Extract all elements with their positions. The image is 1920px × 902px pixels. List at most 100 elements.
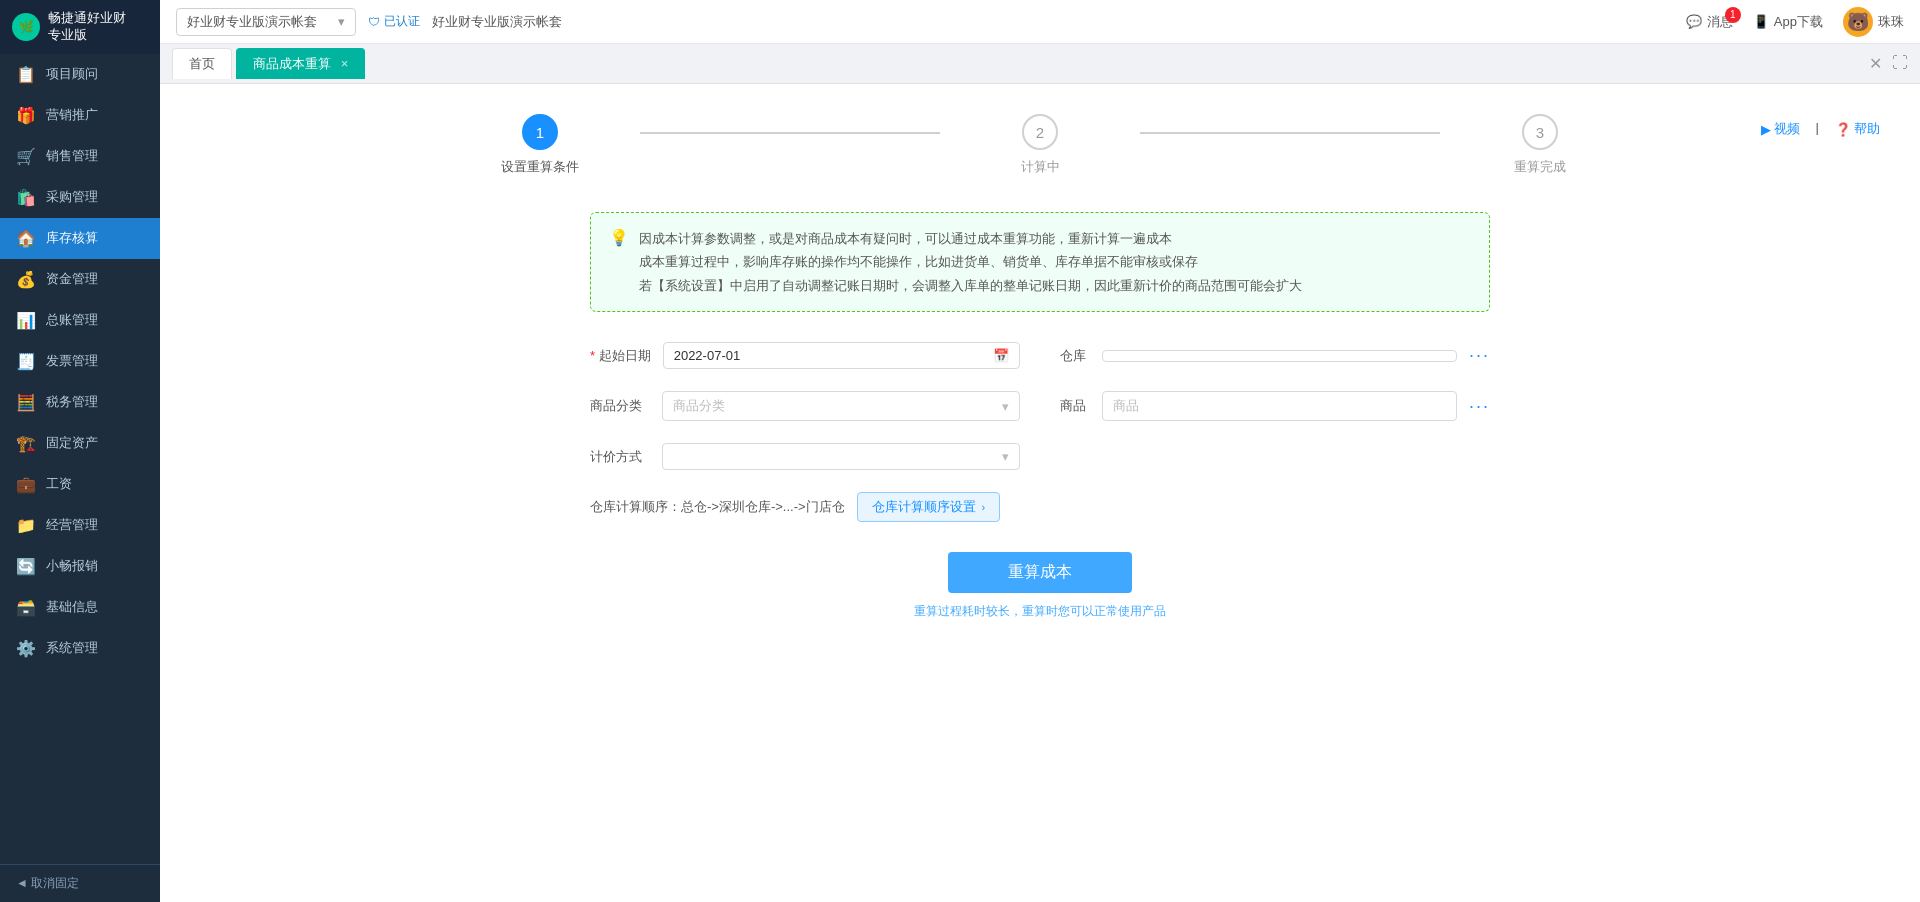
close-window-icon[interactable]: ✕ [1869,54,1882,73]
video-link[interactable]: ▶ 视频 [1761,120,1800,138]
category-placeholder: 商品分类 [673,397,994,415]
phone-icon: 📱 [1753,14,1769,29]
sidebar-item-finance[interactable]: 💰 资金管理 [0,259,160,300]
form-row-2: 商品分类 商品分类 ▾ 商品 商品 ··· [590,391,1490,421]
invoice-icon: 🧾 [16,352,36,371]
bulb-icon: 💡 [609,228,629,297]
app-download-button[interactable]: 📱 App下载 [1753,13,1823,31]
help-link[interactable]: ❓ 帮助 [1835,120,1880,138]
warehouse-input[interactable] [1102,350,1457,362]
start-date-label: 起始日期 [590,347,651,365]
sidebar-item-label: 系统管理 [46,639,98,657]
user-name: 珠珠 [1878,13,1904,31]
marketing-icon: 🎁 [16,106,36,125]
category-select[interactable]: 商品分类 ▾ [662,391,1020,421]
main-area: 好业财专业版演示帐套 ▾ 🛡 已认证 好业财专业版演示帐套 💬 消息 1 📱 A… [160,0,1920,902]
messages-badge: 1 [1725,7,1741,23]
sidebar-item-label: 总账管理 [46,311,98,329]
sidebar-item-business[interactable]: 📁 经营管理 [0,505,160,546]
verified-label: 已认证 [384,13,420,30]
tax-icon: 🧮 [16,393,36,412]
calc-order-btn[interactable]: 仓库计算顺序设置 › [857,492,1001,522]
sidebar-item-label: 采购管理 [46,188,98,206]
pricing-chevron-icon: ▾ [1002,449,1009,464]
system-icon: ⚙️ [16,639,36,658]
pricing-label: 计价方式 [590,448,650,466]
sidebar-item-expense[interactable]: 🔄 小畅报销 [0,546,160,587]
sidebar-item-marketing[interactable]: 🎁 营销推广 [0,95,160,136]
notice-box: 💡 因成本计算参数调整，或是对商品成本有疑问时，可以通过成本重算功能，重新计算一… [590,212,1490,312]
sidebar-item-label: 固定资产 [46,434,98,452]
sidebar-item-sales[interactable]: 🛒 销售管理 [0,136,160,177]
step-3: 3 重算完成 [1440,114,1640,176]
finance-icon: 💰 [16,270,36,289]
sidebar-item-system[interactable]: ⚙️ 系统管理 [0,628,160,669]
calendar-icon[interactable]: 📅 [993,348,1009,363]
sidebar-item-label: 销售管理 [46,147,98,165]
category-field: 商品分类 商品分类 ▾ [590,391,1020,421]
shield-icon: 🛡 [368,15,380,29]
warehouse-label: 仓库 [1060,347,1090,365]
inventory-icon: 🏠 [16,229,36,248]
sidebar-item-project[interactable]: 📋 项目顾问 [0,54,160,95]
start-date-value: 2022-07-01 [674,348,985,363]
assets-icon: 🏗️ [16,434,36,453]
form-area: 起始日期 2022-07-01 📅 仓库 ··· 商品分类 [590,342,1490,620]
step-line-1 [640,132,940,134]
sidebar-item-tax[interactable]: 🧮 税务管理 [0,382,160,423]
sidebar-item-inventory[interactable]: 🏠 库存核算 [0,218,160,259]
sidebar-item-basicinfo[interactable]: 🗃️ 基础信息 [0,587,160,628]
submit-area: 重算成本 重算过程耗时较长，重算时您可以正常使用产品 [590,552,1490,620]
purchase-icon: 🛍️ [16,188,36,207]
messages-button[interactable]: 💬 消息 1 [1686,13,1733,31]
warehouse-more-icon[interactable]: ··· [1469,345,1490,366]
account-selector[interactable]: 好业财专业版演示帐套 ▾ [176,8,356,36]
product-input[interactable]: 商品 [1102,391,1457,421]
step-1: 1 设置重算条件 [440,114,640,176]
tab-home-label: 首页 [189,56,215,71]
accounting-icon: 📊 [16,311,36,330]
app-name: 畅捷通好业财 [48,10,126,27]
product-more-icon[interactable]: ··· [1469,396,1490,417]
play-icon: ▶ [1761,122,1771,137]
separator: | [1816,120,1819,138]
recalc-hint: 重算过程耗时较长，重算时您可以正常使用产品 [590,603,1490,620]
sidebar-item-invoice[interactable]: 🧾 发票管理 [0,341,160,382]
topbar-right: 💬 消息 1 📱 App下载 🐻 珠珠 [1686,7,1904,37]
expand-icon[interactable]: ⛶ [1892,54,1908,73]
sidebar-item-payroll[interactable]: 💼 工资 [0,464,160,505]
topbar: 好业财专业版演示帐套 ▾ 🛡 已认证 好业财专业版演示帐套 💬 消息 1 📱 A… [160,0,1920,44]
sidebar-item-purchase[interactable]: 🛍️ 采购管理 [0,177,160,218]
user-menu[interactable]: 🐻 珠珠 [1843,7,1904,37]
step-1-circle: 1 [522,114,558,150]
sidebar-item-label: 经营管理 [46,516,98,534]
tab-active-label: 商品成本重算 [253,56,331,71]
business-icon: 📁 [16,516,36,535]
sidebar-item-label: 税务管理 [46,393,98,411]
step-2-label: 计算中 [1021,158,1060,176]
tabs-controls: ✕ ⛶ [1869,54,1908,73]
product-field: 商品 商品 ··· [1060,391,1490,421]
sidebar: 🌿 畅捷通好业财 专业版 📋 项目顾问 🎁 营销推广 🛒 销售管理 🛍️ 采购管… [0,0,160,902]
start-date-input[interactable]: 2022-07-01 📅 [663,342,1020,369]
tab-close-icon[interactable]: × [341,56,349,71]
pricing-select[interactable]: ▾ [662,443,1020,470]
tab-home[interactable]: 首页 [172,48,232,79]
account-name: 好业财专业版演示帐套 [187,13,317,31]
sidebar-item-assets[interactable]: 🏗️ 固定资产 [0,423,160,464]
product-label: 商品 [1060,397,1090,415]
sidebar-item-label: 基础信息 [46,598,98,616]
calc-order-label: 仓库计算顺序：总仓->深圳仓库->...->门店仓 [590,498,845,516]
recalc-button[interactable]: 重算成本 [948,552,1132,593]
sidebar-item-label: 发票管理 [46,352,98,370]
sidebar-item-label: 项目顾问 [46,65,98,83]
app-logo: 🌿 畅捷通好业财 专业版 [0,0,160,54]
step-2: 2 计算中 [940,114,1140,176]
unpin-button[interactable]: ◄ 取消固定 [0,864,160,902]
category-label: 商品分类 [590,397,650,415]
sidebar-item-label: 营销推广 [46,106,98,124]
sidebar-item-accounting[interactable]: 📊 总账管理 [0,300,160,341]
recalc-label: 重算成本 [1008,563,1072,580]
unpin-label: ◄ 取消固定 [16,875,79,892]
tab-cost-recalc[interactable]: 商品成本重算 × [236,48,365,79]
